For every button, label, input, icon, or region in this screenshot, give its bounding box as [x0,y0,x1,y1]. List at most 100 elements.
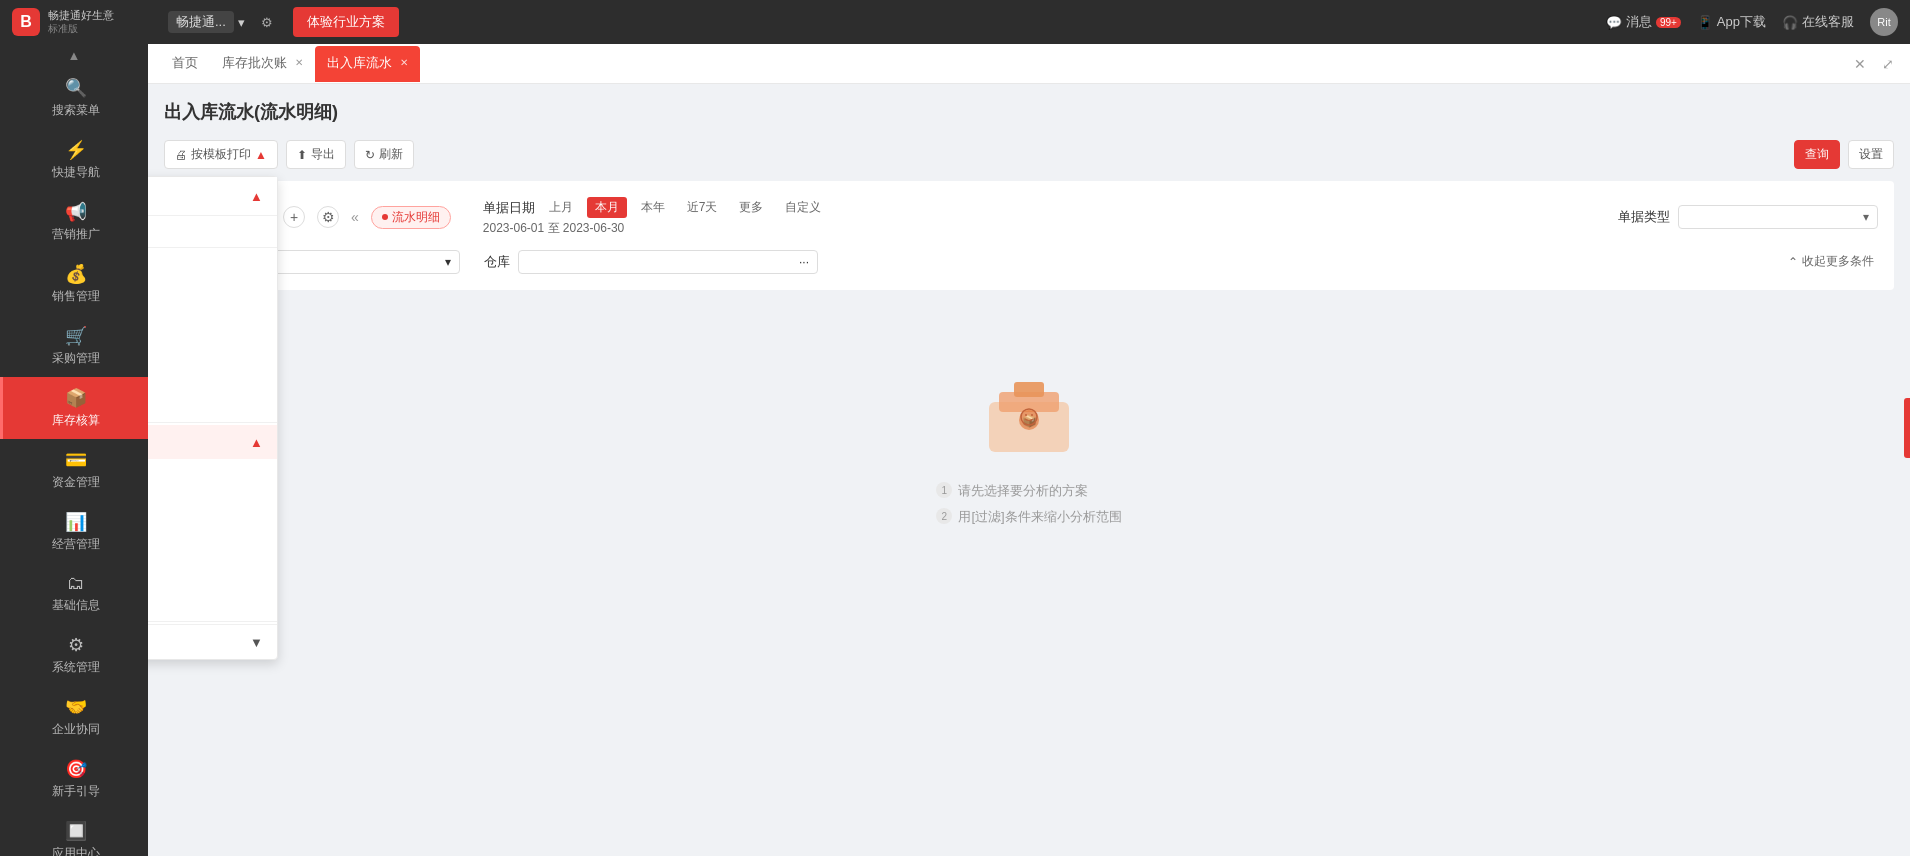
sidebar-item-marketing[interactable]: 📢 营销推广 [0,191,148,253]
sidebar-item-basic[interactable]: 🗂 基础信息 [0,563,148,624]
filter-collapse-icon-btn[interactable]: « [351,209,359,225]
dropdown-current[interactable]: 当前：出入库流水 ▼ [148,216,277,245]
tab-batch[interactable]: 库存批次账 ✕ [210,46,315,82]
subheader-collapse-icon: ▲ [250,435,263,450]
empty-tip-label-2: 用[过滤]条件来缩小分析范围 [958,508,1121,526]
tab-bar-right: ✕ ⤢ [1850,54,1898,74]
sidebar: ▲ 🔍 搜索菜单 ⚡ 快捷导航 📢 营销推广 💰 销售管理 🛒 采购管理 📦 库… [0,44,148,856]
dropdown-item-export-pdf-display[interactable]: 📄 按显示导出pdf [148,587,277,619]
collapse-more-btn[interactable]: ⌃ 收起更多条件 [1784,249,1878,274]
refresh-btn[interactable]: ↻ 刷新 [354,140,414,169]
tab-flow[interactable]: 出入库流水 ✕ [315,46,420,82]
filter-add-btn[interactable]: + [283,206,305,228]
user-avatar-button[interactable]: Rit [1870,8,1898,36]
sidebar-item-apps[interactable]: 🔲 应用中心 [0,810,148,856]
dropdown-item-export-pdf-template[interactable]: 📄 按模板导出pdf [148,386,277,420]
money-icon: 💰 [65,263,87,285]
dropdown-item-print-template[interactable]: 🖨 按模板打印 [148,250,277,284]
sidebar-item-system[interactable]: ⚙ 系统管理 [0,624,148,686]
print-template-btn[interactable]: 🖨 按模板打印 ▲ [164,140,278,169]
dropdown-item-preview-template[interactable]: 👁 按模板预览 [148,284,277,318]
tip-num-2: 2 [936,508,952,524]
sidebar-label-apps: 应用中心 [52,845,100,856]
sidebar-label-purchase: 采购管理 [52,350,100,367]
tab-batch-close[interactable]: ✕ [295,57,303,68]
filter-chip-active[interactable]: 流水明细 [371,206,451,229]
sidebar-label-quicknav: 快捷导航 [52,164,100,181]
cart-icon: 🛒 [65,325,87,347]
warehouse-input[interactable]: ··· [518,250,818,274]
online-service-button[interactable]: 🎧 在线客服 [1782,13,1854,31]
date-btn-more[interactable]: 更多 [731,197,771,218]
sidebar-label-inventory: 库存核算 [52,412,100,429]
dropdown-item-export-excel-template[interactable]: 📄 按模板导出excel [148,352,277,386]
sidebar-label-finance: 资金管理 [52,474,100,491]
dropdown-item-design-template[interactable]: ✏ 模板自定义设计 [148,318,277,352]
date-filter-section: 单据日期 上月 本月 本年 近7天 更多 自定义 2023-06-01 至 20… [483,197,1606,237]
page-content: 出入库流水(流水明细) 🖨 按模板打印 ▲ 按模板打印 ▲ [148,84,1910,856]
empty-tip-1: 1 请先选择要分析的方案 [936,482,1121,500]
right-edge-indicator [1904,398,1910,458]
print-dropdown-menu: 按模板打印 ▲ 当前：出入库流水 ▼ 🖨 按模板打印 [148,176,278,660]
app-download-button[interactable]: 📱 App下载 [1697,13,1766,31]
refresh-label: 刷新 [379,146,403,163]
tip-num-1: 1 [936,482,952,498]
sidebar-item-guide[interactable]: 🎯 新手引导 [0,748,148,810]
sidebar-item-inventory[interactable]: 📦 库存核算 [0,377,148,439]
sidebar-item-operation[interactable]: 📊 经营管理 [0,501,148,563]
sidebar-item-corp[interactable]: 🤝 企业协同 [0,686,148,748]
doc-type-select[interactable]: ▾ [1678,205,1878,229]
dropdown-item-print-display[interactable]: 🖨 按显示打印 [148,459,277,491]
date-btn-this-month[interactable]: 本月 [587,197,627,218]
query-label: 查询 [1805,146,1829,163]
tab-home[interactable]: 首页 [160,46,210,82]
sidebar-item-purchase[interactable]: 🛒 采购管理 [0,315,148,377]
sidebar-item-finance[interactable]: 💳 资金管理 [0,439,148,501]
target-icon: 🎯 [65,758,87,780]
date-btn-7days[interactable]: 近7天 [679,197,726,218]
settings-btn[interactable]: 设置 [1848,140,1894,169]
empty-state: 📦 1 请先选择要分析的方案 2 用[过滤]条件来缩小分析范围 [164,302,1894,586]
dropdown-item-settings-display[interactable]: ⚙ 按显示打印设置 [148,523,277,555]
filter-settings-btn[interactable]: ⚙ [317,206,339,228]
sidebar-item-quicknav[interactable]: ⚡ 快捷导航 [0,129,148,191]
date-btn-this-year[interactable]: 本年 [633,197,673,218]
tab-close-all-btn[interactable]: ✕ [1850,54,1870,74]
lightning-icon: ⚡ [65,139,87,161]
date-btn-custom[interactable]: 自定义 [777,197,829,218]
sidebar-label-basic: 基础信息 [52,597,100,614]
collapse-btn-wrapper: ⌃ 收起更多条件 [1784,249,1878,274]
empty-tips: 1 请先选择要分析的方案 2 用[过滤]条件来缩小分析范围 [936,482,1121,526]
message-button[interactable]: 💬 消息 99+ [1606,13,1681,31]
tab-flow-close[interactable]: ✕ [400,57,408,68]
content-area: 首页 库存批次账 ✕ 出入库流水 ✕ ✕ ⤢ 出入库流水(流水明细) [148,44,1910,856]
doc-type-arrow-icon: ▾ [1863,210,1869,224]
sidebar-scroll-up[interactable]: ▲ [0,44,148,67]
action-bar-wrapper: 🖨 按模板打印 ▲ 按模板打印 ▲ 当前：出入库流水 ▼ [164,140,1894,169]
service-icon: 🎧 [1782,15,1798,30]
dropdown-subheader-display[interactable]: 按显示打印 ▲ [148,425,277,459]
dropdown-footer-settings[interactable]: 设置默认功能 ▼ [148,624,277,659]
card-icon: 💳 [65,449,87,471]
tab-home-label: 首页 [172,54,198,72]
add-icon: + [290,209,298,225]
dropdown-item-preview-display[interactable]: 👁 按显示预览 [148,491,277,523]
dropdown-item-export-excel-display[interactable]: 📄 按显示导出excel [148,555,277,587]
export-btn[interactable]: ⬆ 导出 [286,140,346,169]
workspace-name: 畅捷通... [168,11,234,33]
date-btn-last-month[interactable]: 上月 [541,197,581,218]
handshake-icon: 🤝 [65,696,87,718]
search-icon: 🔍 [65,77,87,99]
gear-button[interactable]: ⚙ [253,8,281,36]
workspace-selector[interactable]: 畅捷通... ▾ [168,11,245,33]
print-dropdown-container: 🖨 按模板打印 ▲ 按模板打印 ▲ 当前：出入库流水 ▼ [164,140,278,169]
app-logo-icon: B [12,8,40,36]
sidebar-item-search[interactable]: 🔍 搜索菜单 [0,67,148,129]
sidebar-item-sales[interactable]: 💰 销售管理 [0,253,148,315]
tab-expand-btn[interactable]: ⤢ [1878,54,1898,74]
sidebar-label-search: 搜索菜单 [52,102,100,119]
filter-row-1: 按以下方案查询 + ⚙ « 流水明细 单据日期 [180,197,1878,237]
query-btn[interactable]: 查询 [1794,140,1840,169]
collapse-arrow-icon: ⌃ [1788,255,1798,269]
industry-btn[interactable]: 体验行业方案 [293,7,399,37]
